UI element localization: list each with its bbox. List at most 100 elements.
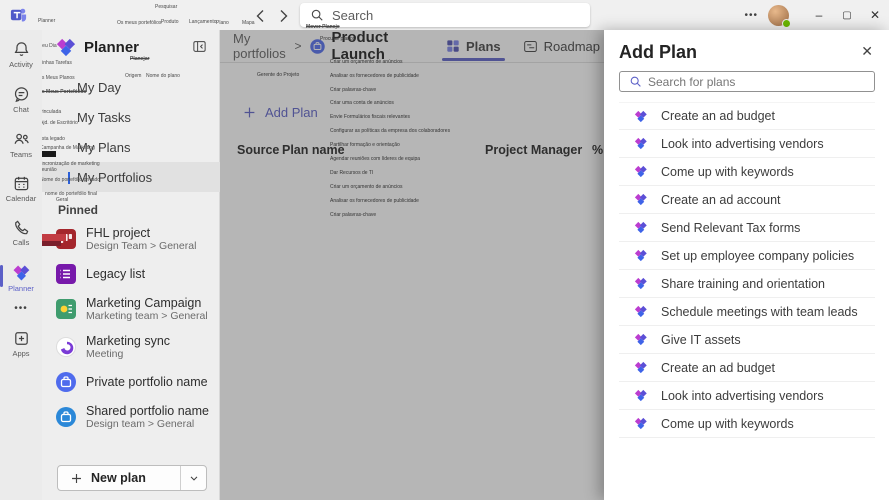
roadmap-icon — [523, 39, 538, 54]
breadcrumb-chevron-icon: > — [295, 39, 302, 53]
search-input[interactable]: Search — [300, 3, 590, 27]
plan-suggestion-label: Create an ad account — [661, 193, 781, 207]
ghost-text: Pesquisar — [155, 4, 177, 10]
pinned-item-subtitle: Design team > General — [86, 418, 209, 430]
plan-suggestion-row[interactable]: Share training and orientation — [619, 270, 875, 298]
ghost-text: Criar uma conta de anúncios — [330, 100, 394, 106]
ghost-text: Lista legado — [38, 136, 65, 142]
ghost-text: Mover Planeje — [306, 24, 340, 30]
add-plan-button[interactable]: Add Plan — [243, 105, 318, 120]
plan-suggestion-label: Look into advertising vendors — [661, 389, 824, 403]
pinned-item-shared-portfolio[interactable]: Shared portfolio name Design team > Gene… — [42, 398, 220, 436]
ghost-text: Criar um orçamento de anúncios — [330, 59, 403, 65]
app-sidebar: Activity Chat Teams — [0, 30, 42, 500]
planner-logo-icon — [633, 136, 648, 151]
teams-people-icon — [12, 130, 31, 149]
planner-logo-icon — [633, 164, 648, 179]
planner-logo-icon — [633, 248, 648, 263]
plan-suggestion-row[interactable]: Come up with keywords — [619, 410, 875, 438]
pinned-item-private-portfolio[interactable]: Private portfolio name — [42, 366, 220, 398]
plan-suggestion-row[interactable]: Come up with keywords — [619, 158, 875, 186]
pinned-item-title: Marketing Campaign — [86, 296, 208, 310]
forward-icon[interactable] — [274, 7, 292, 25]
pinned-item-title: Shared portfolio name — [86, 404, 209, 418]
ghost-text: Analisar os fornecedores de publicidade — [330, 73, 419, 79]
search-placeholder: Search for plans — [648, 75, 735, 89]
pinned-item-text: Shared portfolio name Design team > Gene… — [86, 404, 209, 430]
tab-roadmap[interactable]: Roadmap — [519, 30, 604, 63]
collapse-panel-icon[interactable] — [192, 39, 207, 54]
breadcrumb-my-portfolios[interactable]: My portfolios — [233, 31, 288, 61]
ghost-text: Mapa — [242, 20, 255, 26]
new-plan-button[interactable]: New plan — [57, 465, 207, 491]
sidebar-item-label: Chat — [13, 105, 29, 114]
ghost-text: Configurar as políticas da empresa dos c… — [330, 128, 450, 134]
planner-logo-icon — [633, 192, 648, 207]
tab-label: Plans — [466, 39, 501, 54]
sidebar-more-icon[interactable]: ••• — [0, 293, 42, 323]
more-options-icon[interactable]: ••• — [744, 10, 758, 21]
plan-suggestion-row[interactable]: Look into advertising vendors — [619, 382, 875, 410]
plan-suggestion-row[interactable]: Send Relevant Tax forms — [619, 214, 875, 242]
campaign-icon — [56, 299, 76, 319]
planner-logo-icon — [633, 388, 648, 403]
ghost-text: Lançamento — [189, 19, 217, 25]
plan-suggestions-list: Create an ad budget Look into advertisin… — [619, 102, 875, 438]
apps-icon — [12, 329, 31, 348]
plan-suggestion-row[interactable]: Give IT assets — [619, 326, 875, 354]
close-window-button[interactable]: ✕ — [861, 0, 889, 30]
ghost-text: Procurar planos — [320, 36, 355, 42]
pinned-item-title: Private portfolio name — [86, 375, 208, 389]
plan-suggestion-row[interactable]: Create an ad account — [619, 186, 875, 214]
column-project-manager[interactable]: Project Manager — [485, 143, 582, 157]
pinned-item-subtitle: Design Team > General — [86, 240, 196, 252]
planner-logo-icon — [633, 416, 648, 431]
ghost-text: Ajd. de Escritório — [40, 120, 78, 126]
minimize-button[interactable]: – — [805, 0, 833, 30]
plan-suggestion-row[interactable]: Create an ad budget — [619, 102, 875, 130]
column-percent[interactable]: % — [592, 143, 603, 157]
pinned-item-legacy-list[interactable]: Legacy list — [42, 258, 220, 290]
sidebar-item-chat[interactable]: Chat — [0, 81, 42, 114]
pinned-item-fhl-project[interactable]: FHL project Design Team > General — [42, 220, 220, 258]
sidebar-item-label: Planner — [8, 284, 34, 293]
ghost-text: Origem — [125, 73, 141, 79]
ghost-text: Analisar os fornecedores de publicidade — [330, 198, 419, 204]
plus-icon — [243, 106, 256, 119]
ghost-artifact — [40, 241, 61, 246]
planner-logo-icon — [633, 332, 648, 347]
plan-suggestion-row[interactable]: Set up employee company policies — [619, 242, 875, 270]
nav-my-tasks[interactable]: My Tasks — [42, 102, 220, 132]
plan-suggestion-row[interactable]: Create an ad budget — [619, 354, 875, 382]
pinned-item-title: Legacy list — [86, 267, 145, 281]
avatar[interactable] — [768, 5, 789, 26]
plan-suggestion-row[interactable]: Look into advertising vendors — [619, 130, 875, 158]
add-plan-label: Add Plan — [265, 105, 318, 120]
close-dialog-icon[interactable]: ✕ — [861, 43, 873, 60]
sidebar-item-apps[interactable]: Apps — [0, 325, 42, 358]
list-icon — [56, 264, 76, 284]
new-plan-dropdown-chevron-icon[interactable] — [180, 466, 206, 490]
pinned-item-title: FHL project — [86, 226, 196, 240]
title-bar: Pesquisar Planner Os meus portefólios Pr… — [0, 0, 889, 30]
sidebar-item-planner[interactable]: Planner — [0, 259, 42, 293]
tab-plans[interactable]: Plans — [442, 30, 505, 63]
sidebar-item-activity[interactable]: Activity — [0, 36, 42, 69]
sidebar-item-teams[interactable]: Teams — [0, 126, 42, 159]
ghost-text: Planejar — [130, 56, 149, 62]
sidebar-item-label: Calls — [13, 238, 30, 247]
pinned-item-marketing-sync[interactable]: Marketing sync Meeting — [42, 328, 220, 366]
sidebar-item-calendar[interactable]: Calendar — [0, 170, 42, 203]
portfolio-icon — [56, 372, 76, 392]
sidebar-item-label: Apps — [12, 349, 29, 358]
plan-search-input[interactable]: Search for plans — [619, 71, 875, 92]
sidebar-item-calls[interactable]: Calls — [0, 214, 42, 247]
ghost-text: Nome do portefólio privado — [40, 177, 100, 183]
maximize-button[interactable]: ▢ — [833, 0, 861, 30]
ghost-text: Produto — [161, 19, 179, 25]
tab-label: Roadmap — [544, 39, 600, 54]
column-source[interactable]: Source — [237, 143, 279, 157]
plan-suggestion-row[interactable]: Schedule meetings with team leads — [619, 298, 875, 326]
pinned-item-subtitle: Meeting — [86, 348, 170, 360]
pinned-item-marketing-campaign[interactable]: Marketing Campaign Marketing team > Gene… — [42, 290, 220, 328]
